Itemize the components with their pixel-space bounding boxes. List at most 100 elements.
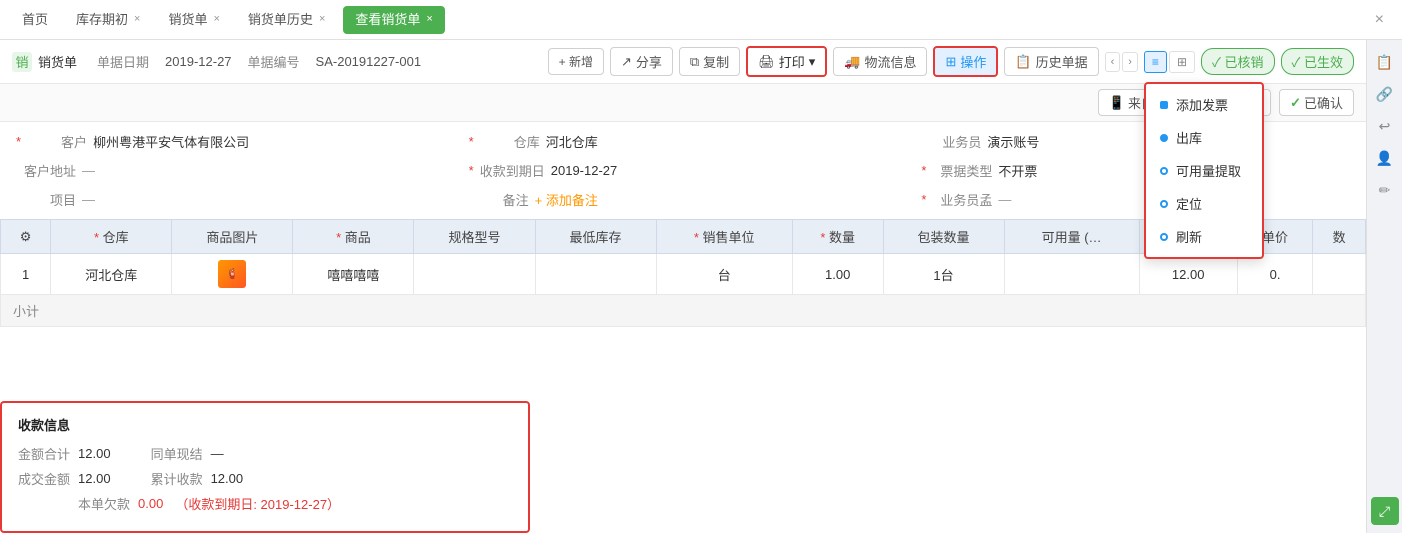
- share-button[interactable]: ↗ 分享: [610, 47, 673, 76]
- date-label: 单据日期: [97, 52, 149, 71]
- product-image: 🧯: [218, 260, 246, 288]
- number-label: 单据编号: [248, 52, 300, 71]
- row-package-qty: 1台: [883, 254, 1004, 295]
- col-amount: 数: [1313, 220, 1366, 254]
- col-qty[interactable]: * 数量: [792, 220, 883, 254]
- row-current-stock: 12.00: [1139, 254, 1237, 295]
- footer-row-2: 成交金额 12.00 累计收款 12.00: [18, 469, 512, 488]
- mobile-icon: 📱: [1109, 95, 1125, 111]
- dropdown-outbound[interactable]: 出库: [1146, 121, 1262, 154]
- locate-icon: [1160, 200, 1168, 208]
- cumulative-receipt-item: 累计收款 12.00: [151, 469, 244, 488]
- summary-label: 小计: [1, 295, 1366, 327]
- notes-field: 备注 + 添加备注: [469, 190, 898, 209]
- customer-addr-field: 客户地址 —: [16, 161, 445, 180]
- form-area: 销 销货单 单据日期 2019-12-27 单据编号 SA-20191227-0…: [0, 40, 1366, 533]
- effective-button[interactable]: ✓ 已生效: [1281, 48, 1355, 75]
- window-close-button[interactable]: ×: [1365, 11, 1394, 29]
- sidebar-icon-return[interactable]: ↩: [1371, 112, 1399, 140]
- operate-icon: ⊞: [945, 54, 956, 70]
- view-list-button[interactable]: ≡: [1144, 51, 1167, 73]
- col-min-stock: 最低库存: [535, 220, 656, 254]
- logistics-button[interactable]: 🚚 物流信息: [833, 47, 927, 76]
- prev-button[interactable]: ‹: [1105, 52, 1121, 72]
- col-product-img: 商品图片: [172, 220, 293, 254]
- transaction-amount-item: 成交金额 12.00: [18, 469, 111, 488]
- dropdown-add-invoice[interactable]: 添加发票: [1146, 88, 1262, 121]
- operate-dropdown: 添加发票 出库 可用量提取 定位: [1144, 82, 1264, 259]
- view-toggle: ≡ ⊞: [1144, 51, 1195, 73]
- refresh-icon: [1160, 233, 1168, 241]
- tab-sales-history[interactable]: 销货单历史 ×: [234, 0, 339, 40]
- arrearage-item: 本单欠款 0.00 （收款到期日: 2019-12-27）: [18, 494, 340, 513]
- print-icon: 🖨: [758, 54, 775, 70]
- row-available: [1004, 254, 1139, 295]
- sidebar-icon-link[interactable]: 🔗: [1371, 80, 1399, 108]
- project-field: 项目 —: [16, 190, 445, 209]
- col-warehouse[interactable]: * 仓库: [51, 220, 172, 254]
- warehouse-field: * 仓库 河北仓库: [469, 132, 898, 151]
- sidebar-icon-doc[interactable]: 📋: [1371, 48, 1399, 76]
- form-toolbar: 销 销货单 单据日期 2019-12-27 单据编号 SA-20191227-0…: [0, 40, 1366, 84]
- row-product-name[interactable]: 嘻嘻嘻嘻: [293, 254, 414, 295]
- row-product-img: 🧯: [172, 254, 293, 295]
- dropdown-available-pickup[interactable]: 可用量提取: [1146, 154, 1262, 187]
- toolbar-actions: + 新增 ↗ 分享 ⧉ 复制 🖨 打印 ▾ 🚚 物流信息: [548, 46, 1354, 77]
- tab-inventory-init[interactable]: 库存期初 ×: [62, 0, 154, 40]
- row-warehouse: 河北仓库: [51, 254, 172, 295]
- payment-date-field: * 收款到期日 2019-12-27: [469, 161, 898, 180]
- summary-row: 小计: [1, 295, 1366, 327]
- outbound-icon: [1160, 134, 1168, 142]
- sidebar-icon-user[interactable]: 👤: [1371, 144, 1399, 172]
- tab-home[interactable]: 首页: [8, 0, 62, 40]
- total-amount-item: 金额合计 12.00: [18, 444, 111, 463]
- dropdown-refresh[interactable]: 刷新: [1146, 220, 1262, 253]
- tab-close-inventory[interactable]: ×: [134, 13, 140, 25]
- tab-close-view[interactable]: ×: [426, 13, 432, 25]
- view-grid-button[interactable]: ⊞: [1169, 51, 1195, 73]
- tab-close-history[interactable]: ×: [319, 13, 325, 25]
- row-spec: [414, 254, 535, 295]
- doc-title: 销 销货单: [12, 52, 77, 72]
- col-spec: 规格型号: [414, 220, 535, 254]
- footer-title: 收款信息: [18, 415, 512, 434]
- col-product[interactable]: * 商品: [293, 220, 414, 254]
- customer-field: * 客户 柳州粤港平安气体有限公司: [16, 132, 445, 151]
- row-min-stock: [535, 254, 656, 295]
- col-gear[interactable]: ⚙: [1, 220, 51, 254]
- doc-icon: 销: [12, 52, 32, 72]
- sidebar-icon-edit[interactable]: ✏: [1371, 176, 1399, 204]
- dropdown-locate[interactable]: 定位: [1146, 187, 1262, 220]
- table-row: 1 河北仓库 🧯 嘻嘻嘻嘻 台 1.00 1台: [1, 254, 1366, 295]
- operate-button[interactable]: ⊞ 操作: [933, 46, 998, 77]
- tab-bar: 首页 库存期初 × 销货单 × 销货单历史 × 查看销货单 × ×: [0, 0, 1402, 40]
- meta-info: 单据日期 2019-12-27 单据编号 SA-20191227-001: [97, 52, 421, 71]
- available-pickup-icon: [1160, 167, 1168, 175]
- row-sales-unit: 台: [656, 254, 792, 295]
- col-sales-unit[interactable]: * 销售单位: [656, 220, 792, 254]
- tab-view-sales[interactable]: 查看销货单 ×: [343, 6, 444, 34]
- row-qty[interactable]: 1.00: [792, 254, 883, 295]
- logistics-icon: 🚚: [844, 54, 860, 70]
- sidebar-icon-expand[interactable]: ⤢: [1371, 497, 1399, 525]
- print-button[interactable]: 🖨 打印 ▾: [746, 46, 827, 77]
- history-button[interactable]: 📋 历史单据: [1004, 47, 1098, 76]
- new-button[interactable]: + 新增: [548, 48, 604, 75]
- verified-button[interactable]: ✓ 已核销: [1201, 48, 1275, 75]
- row-unit-price[interactable]: 0.: [1237, 254, 1312, 295]
- copy-button[interactable]: ⧉ 复制: [679, 47, 740, 76]
- tab-sales-order[interactable]: 销货单 ×: [154, 0, 233, 40]
- salesperson-field: * 业务员孟 —: [921, 190, 1350, 209]
- col-available: 可用量 (…: [1004, 220, 1139, 254]
- add-notes-button[interactable]: + 添加备注: [535, 190, 898, 209]
- confirm-button[interactable]: ✓ 已确认: [1279, 89, 1354, 116]
- row-seq: 1: [1, 254, 51, 295]
- footer-row-3: 本单欠款 0.00 （收款到期日: 2019-12-27）: [18, 494, 512, 513]
- row-amount: [1313, 254, 1366, 295]
- check-icon: ✓: [1290, 95, 1301, 111]
- footer-row-1: 金额合计 12.00 同单现结 —: [18, 444, 512, 463]
- next-button[interactable]: ›: [1122, 52, 1138, 72]
- share-icon: ↗: [621, 54, 632, 70]
- add-invoice-icon: [1160, 101, 1168, 109]
- tab-close-sales[interactable]: ×: [213, 13, 219, 25]
